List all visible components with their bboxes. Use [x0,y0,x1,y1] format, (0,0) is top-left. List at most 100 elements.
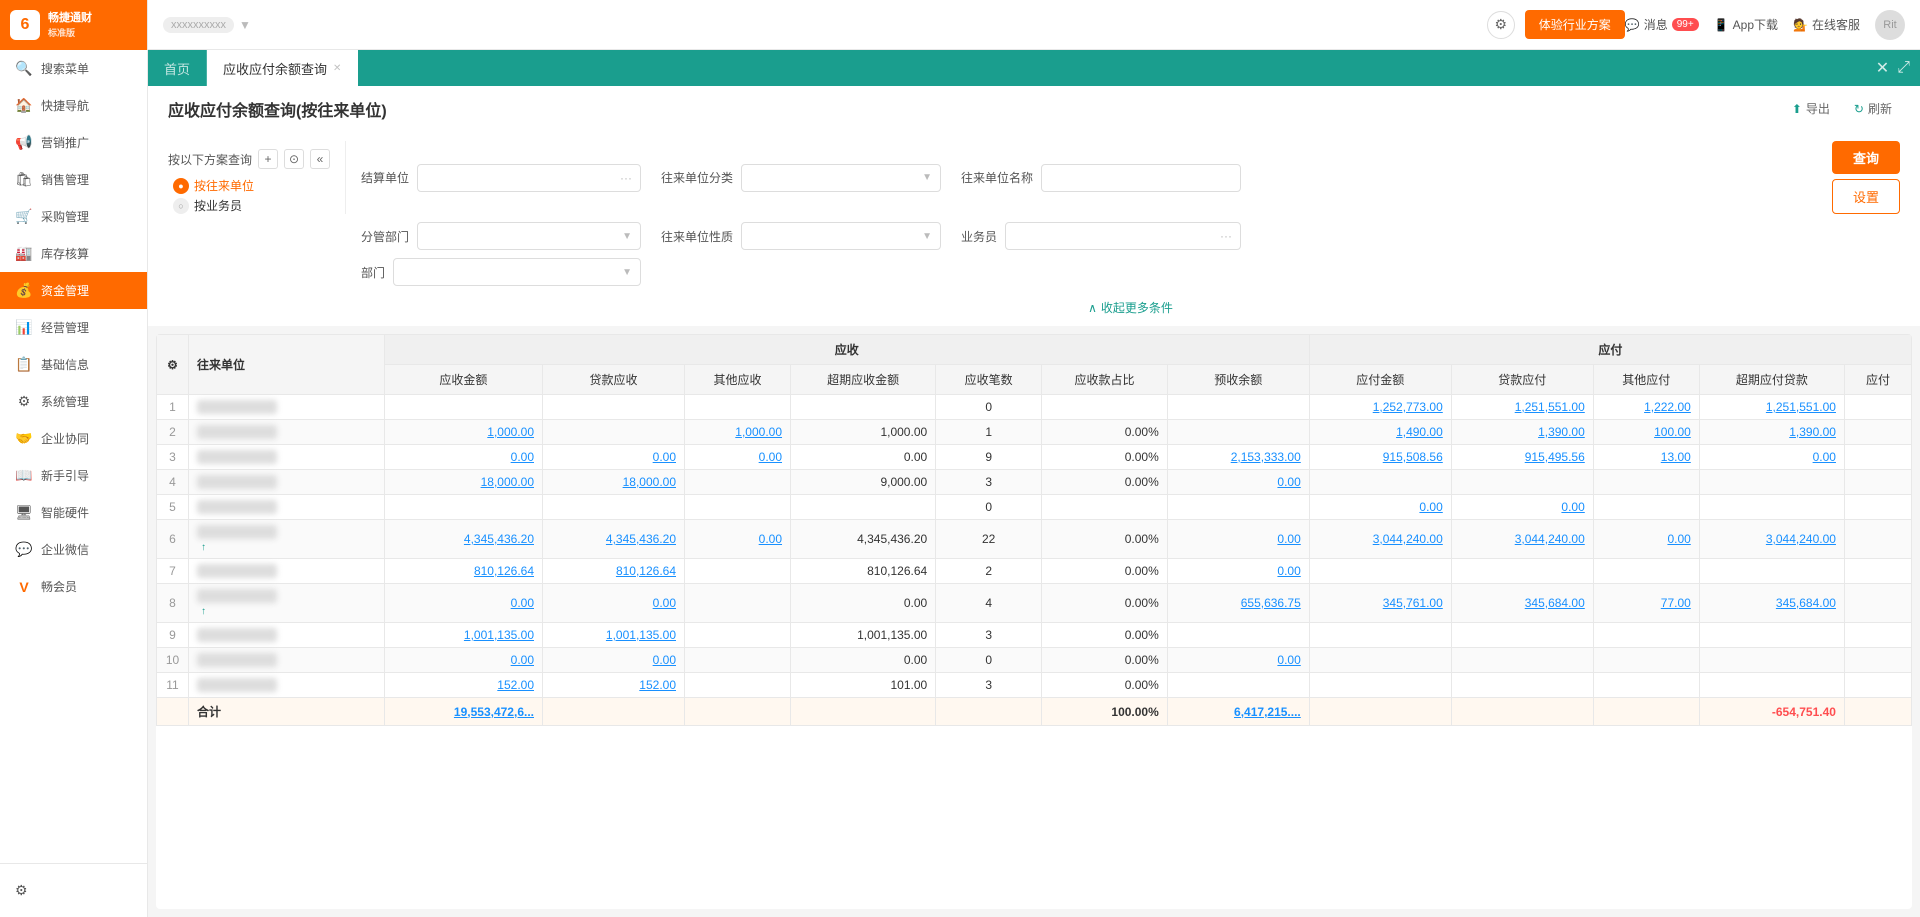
export-btn[interactable]: ⬆ 导出 [1784,96,1838,121]
online-service-icon: 💁 [1793,18,1808,32]
col-ap-amount: 应付金额 [1309,365,1451,395]
collapse-label: 收起更多条件 [1101,299,1173,316]
basic-info-icon: 📋 [15,356,33,373]
online-service-label: 在线客服 [1812,16,1860,33]
system-icon: ⚙ [15,393,33,410]
filter-group-salesman: 业务员 ··· [961,222,1241,250]
app-download-btn[interactable]: 📱 App下载 [1714,16,1778,33]
ar-ap-table: ⚙ 往来单位 应收 应付 应收金额 贷款应收 其他应收 超期应收金额 应收笔数 … [156,334,1912,726]
tab-expand-btn[interactable]: ⤢ [1897,59,1910,77]
table-settings-icon: ⚙ [167,358,178,372]
scheme-radio-inactive: ○ [173,198,189,214]
col-ar-other: 其他应收 [685,365,791,395]
partner-cell: ↑ [189,584,385,623]
plus-icon: + [265,152,272,166]
scheme-option-label: 按往来单位 [194,177,254,194]
solution-button[interactable]: 体验行业方案 [1525,10,1625,39]
partner-name-label: 往来单位名称 [961,169,1033,186]
sidebar-item-marketing[interactable]: 📢 营销推广 [0,124,147,161]
app-download-label: App下载 [1733,16,1778,33]
sidebar-item-label: 营销推广 [41,134,89,151]
sidebar-item-newbie[interactable]: 📖 新手引导 [0,457,147,494]
sidebar-item-purchase[interactable]: 🛒 采购管理 [0,198,147,235]
scheme-expand-btn[interactable]: « [310,149,330,169]
sidebar-item-sales[interactable]: 🛍 销售管理 [0,161,147,198]
sidebar-item-smart-hw[interactable]: 🖥 智能硬件 [0,494,147,531]
set-button[interactable]: 设置 [1832,179,1900,214]
sidebar-item-label: 畅会员 [41,578,77,595]
col-ar-pct: 应收款占比 [1042,365,1168,395]
header-gear-btn[interactable]: ⚙ [1487,11,1515,39]
footer-label-cell: 合计 [189,698,385,726]
sidebar-item-label: 经营管理 [41,319,89,336]
scheme-option-by-staff[interactable]: ○ 按业务员 [173,197,330,214]
chevron-up-icon: ∧ [1088,301,1097,315]
partner-cell [189,445,385,470]
settings-circle-icon: ⊙ [289,152,299,166]
dept-label: 分管部门 [361,228,409,245]
sidebar-item-label: 资金管理 [41,282,89,299]
finance-icon: 💰 [15,282,33,299]
tab-bar-actions: ✕ ⤢ [1866,50,1920,86]
dept-select[interactable]: ▼ [417,222,641,250]
marketing-icon: 📢 [15,134,33,151]
sidebar-item-inventory[interactable]: 🏭 库存核算 [0,235,147,272]
refresh-btn[interactable]: ↻ 刷新 [1846,96,1900,121]
sidebar-item-cooperation[interactable]: 🤝 企业协同 [0,420,147,457]
sidebar-item-member[interactable]: V 畅会员 [0,568,147,605]
partner-cell [189,648,385,673]
sales-icon: 🛍 [15,171,33,188]
scheme-settings-btn[interactable]: ⊙ [284,149,304,169]
sidebar-item-wechat[interactable]: 💬 企业微信 [0,531,147,568]
sidebar-item-operations[interactable]: 📊 经营管理 [0,309,147,346]
filter-group-settlement-unit: 结算单位 ··· [361,164,641,192]
settlement-unit-input[interactable]: ··· [417,164,641,192]
filter-group-partner-nature: 往来单位性质 ▼ [661,222,941,250]
sidebar-item-finance[interactable]: 💰 资金管理 [0,272,147,309]
col-ar-count: 应收笔数 [936,365,1042,395]
salesman-input[interactable]: ··· [1005,222,1241,250]
user-avatar[interactable]: Rit [1875,10,1905,40]
scheme-add-btn[interactable]: + [258,149,278,169]
chevron-down-icon: ▼ [622,267,632,278]
sidebar-item-label: 搜索菜单 [41,60,89,77]
tab-home-label: 首页 [164,59,190,78]
partner-name-input[interactable] [1041,164,1241,192]
scheme-label: 按以下方案查询 [168,151,252,168]
col-ap-rest: 应付 [1844,365,1911,395]
dept2-label: 部门 [361,264,385,281]
notification-btn[interactable]: 💬 消息 99+ [1625,16,1699,33]
scheme-option-by-partner[interactable]: ● 按往来单位 [173,177,330,194]
col-group-ar: 应收 [384,335,1309,365]
tab-home[interactable]: 首页 [148,50,207,86]
online-service-btn[interactable]: 💁 在线客服 [1793,16,1860,33]
partner-category-label: 往来单位分类 [661,169,733,186]
tab-close-all-btn[interactable]: ✕ [1876,58,1889,78]
sidebar-settings-btn[interactable]: ⚙ [0,874,147,907]
dept2-select[interactable]: ▼ [393,258,641,286]
search-menu-icon: 🔍 [15,60,33,77]
expand-left-icon: « [317,152,324,166]
export-icon: ⬆ [1792,102,1802,116]
app-name: 畅捷通财 [48,11,92,25]
partner-nature-select[interactable]: ▼ [741,222,941,250]
sidebar-item-search-menu[interactable]: 🔍 搜索菜单 [0,50,147,87]
tab-ar-ap[interactable]: 应收应付余额查询 ✕ [207,50,358,86]
sidebar-item-system[interactable]: ⚙ 系统管理 [0,383,147,420]
partner-category-select[interactable]: ▼ [741,164,941,192]
tab-close-icon[interactable]: ✕ [333,63,341,74]
gear-icon: ⚙ [1494,16,1507,33]
footer-ap-overdue: -654,751.40 [1699,698,1844,726]
footer-ar-advance: 6,417,215.... [1167,698,1309,726]
sidebar-item-quick-nav[interactable]: 🏠 快捷导航 [0,87,147,124]
partner-cell: ↑ [189,520,385,559]
table-settings-col[interactable]: ⚙ [157,335,189,395]
query-button[interactable]: 查询 [1832,141,1900,174]
sidebar-item-label: 快捷导航 [41,97,89,114]
filter-group-dept: 分管部门 ▼ [361,222,641,250]
table-row: 418,000.0018,000.009,000.0030.00%0.00 [157,470,1912,495]
collapse-filter-btn[interactable]: ∧ 收起更多条件 [1088,294,1173,321]
page-actions: ⬆ 导出 ↻ 刷新 [1784,96,1900,121]
sidebar-item-basic-info[interactable]: 📋 基础信息 [0,346,147,383]
table-row: 100.000.000.0000.00%0.00 [157,648,1912,673]
